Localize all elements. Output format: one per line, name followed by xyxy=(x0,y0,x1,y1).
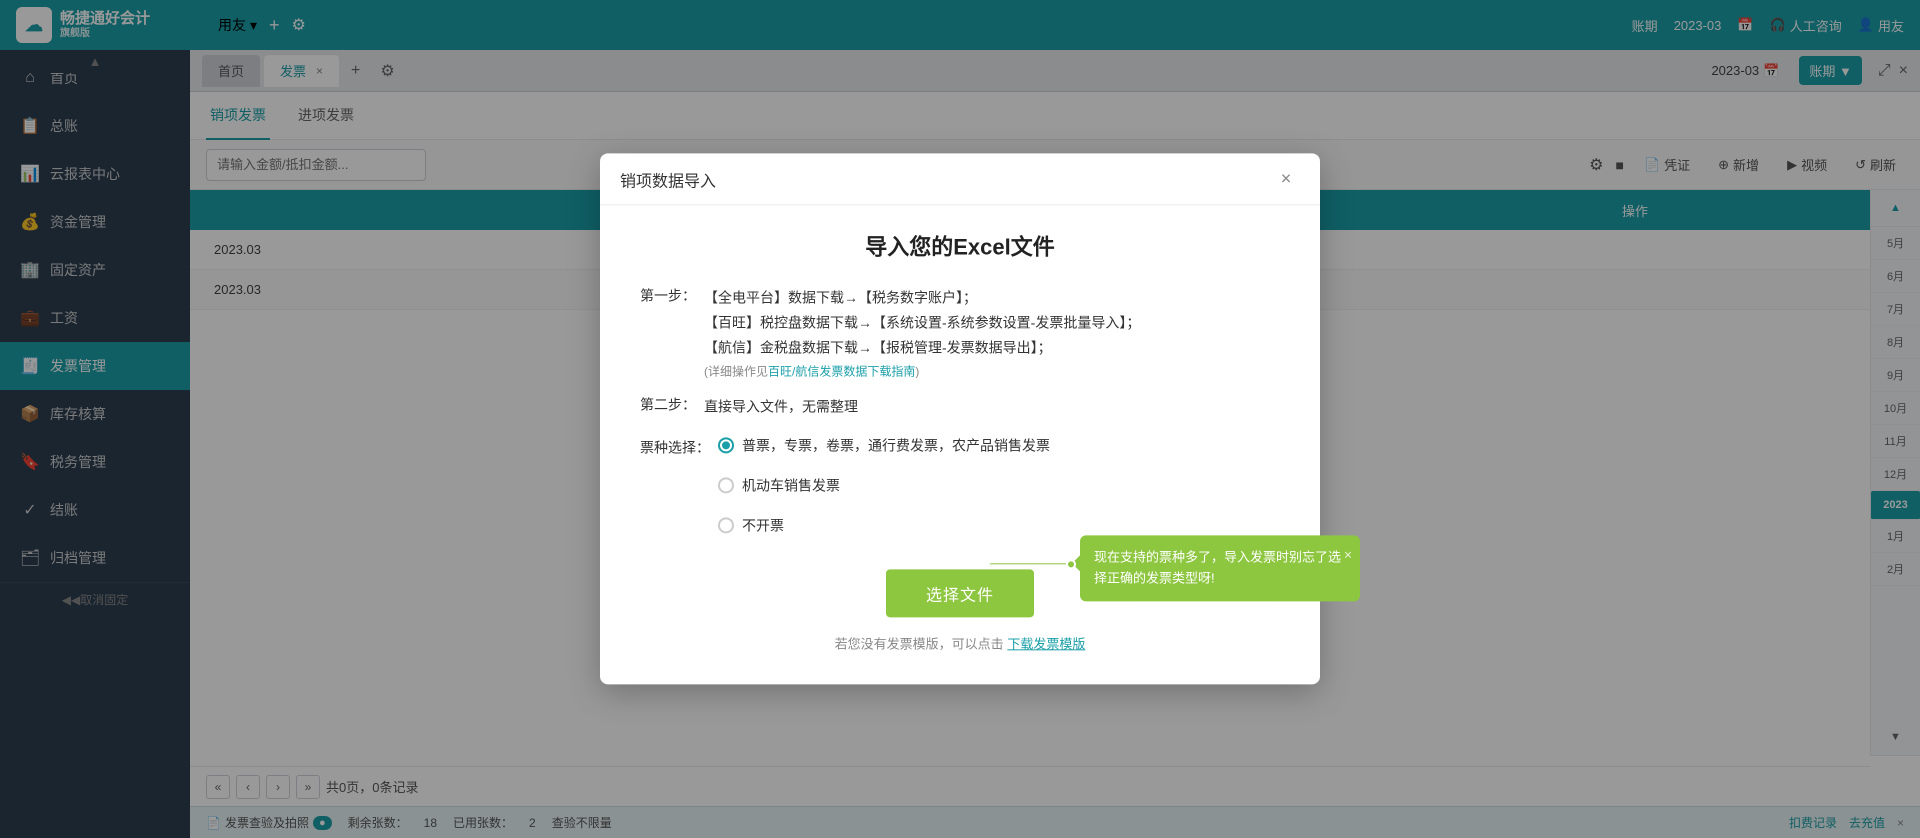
step2-row: 第二步： 直接导入文件，无需整理 xyxy=(640,394,1280,419)
step1-row: 第一步： 【全电平台】数据下载→【税务数字账户】； 【百旺】税控盘数据下载→【系… xyxy=(640,285,1280,382)
tooltip-line xyxy=(990,564,1066,565)
ticket-option-general[interactable]: 普票，专票，卷票，通行费发票，农产品销售发票 xyxy=(718,436,1050,456)
step2-content: 直接导入文件，无需整理 xyxy=(704,394,858,419)
modal-header: 销项数据导入 × xyxy=(600,153,1320,205)
modal-title: 销项数据导入 xyxy=(620,167,716,191)
radio-general[interactable] xyxy=(718,438,734,454)
step1-line-3: 【航信】金税盘数据下载→【报税管理-发票数据导出】； xyxy=(704,336,1140,361)
ticket-option-motor[interactable]: 机动车销售发票 × 现在支持的票种多了，导入发票时别忘了选择正确的发票类型呀! xyxy=(718,476,1050,496)
tooltip-balloon: × 现在支持的票种多了，导入发票时别忘了选择正确的发票类型呀! xyxy=(1080,536,1360,602)
ticket-label: 票种选择： xyxy=(640,438,710,458)
modal-close-btn[interactable]: × xyxy=(1272,165,1300,193)
download-hint: 若您没有发票模版，可以点击 下载发票模版 xyxy=(640,634,1280,661)
select-file-btn[interactable]: 选择文件 xyxy=(886,570,1034,618)
guide-link[interactable]: 百旺/航信发票数据下载指南 xyxy=(768,364,915,378)
step1-content: 【全电平台】数据下载→【税务数字账户】； 【百旺】税控盘数据下载→【系统设置-系… xyxy=(704,285,1140,382)
tooltip-text: 现在支持的票种多了，导入发票时别忘了选择正确的发票类型呀! xyxy=(1094,550,1341,586)
step1-hint: (详细操作见百旺/航信发票数据下载指南) xyxy=(704,361,1140,383)
step1-line-2: 【百旺】税控盘数据下载→【系统设置-系统参数设置-发票批量导入】； xyxy=(704,311,1140,336)
modal-import: 销项数据导入 × 导入您的Excel文件 第一步： 【全电平台】数据下载→【税务… xyxy=(600,153,1320,684)
tooltip-dot xyxy=(1066,560,1076,570)
radio-motor[interactable] xyxy=(718,478,734,494)
ticket-option-noticket[interactable]: 不开票 xyxy=(718,516,1050,536)
ticket-motor-label: 机动车销售发票 xyxy=(742,476,840,496)
download-hint-text: 若您没有发票模版，可以点击 xyxy=(835,637,1004,652)
ticket-general-label: 普票，专票，卷票，通行费发票，农产品销售发票 xyxy=(742,436,1050,456)
radio-noticket[interactable] xyxy=(718,518,734,534)
tooltip-close-btn[interactable]: × xyxy=(1344,544,1352,566)
step2-label: 第二步： xyxy=(640,394,696,419)
step1-label: 第一步： xyxy=(640,285,696,382)
step1-line-1: 【全电平台】数据下载→【税务数字账户】； xyxy=(704,285,1140,310)
modal-main-title: 导入您的Excel文件 xyxy=(640,229,1280,261)
ticket-selection: 票种选择： 普票，专票，卷票，通行费发票，农产品销售发票 机动车销售发票 × xyxy=(640,436,1280,546)
modal-body: 导入您的Excel文件 第一步： 【全电平台】数据下载→【税务数字账户】； 【百… xyxy=(600,205,1320,684)
download-template-link[interactable]: 下载发票模版 xyxy=(1007,637,1085,652)
ticket-noticket-label: 不开票 xyxy=(742,516,784,536)
